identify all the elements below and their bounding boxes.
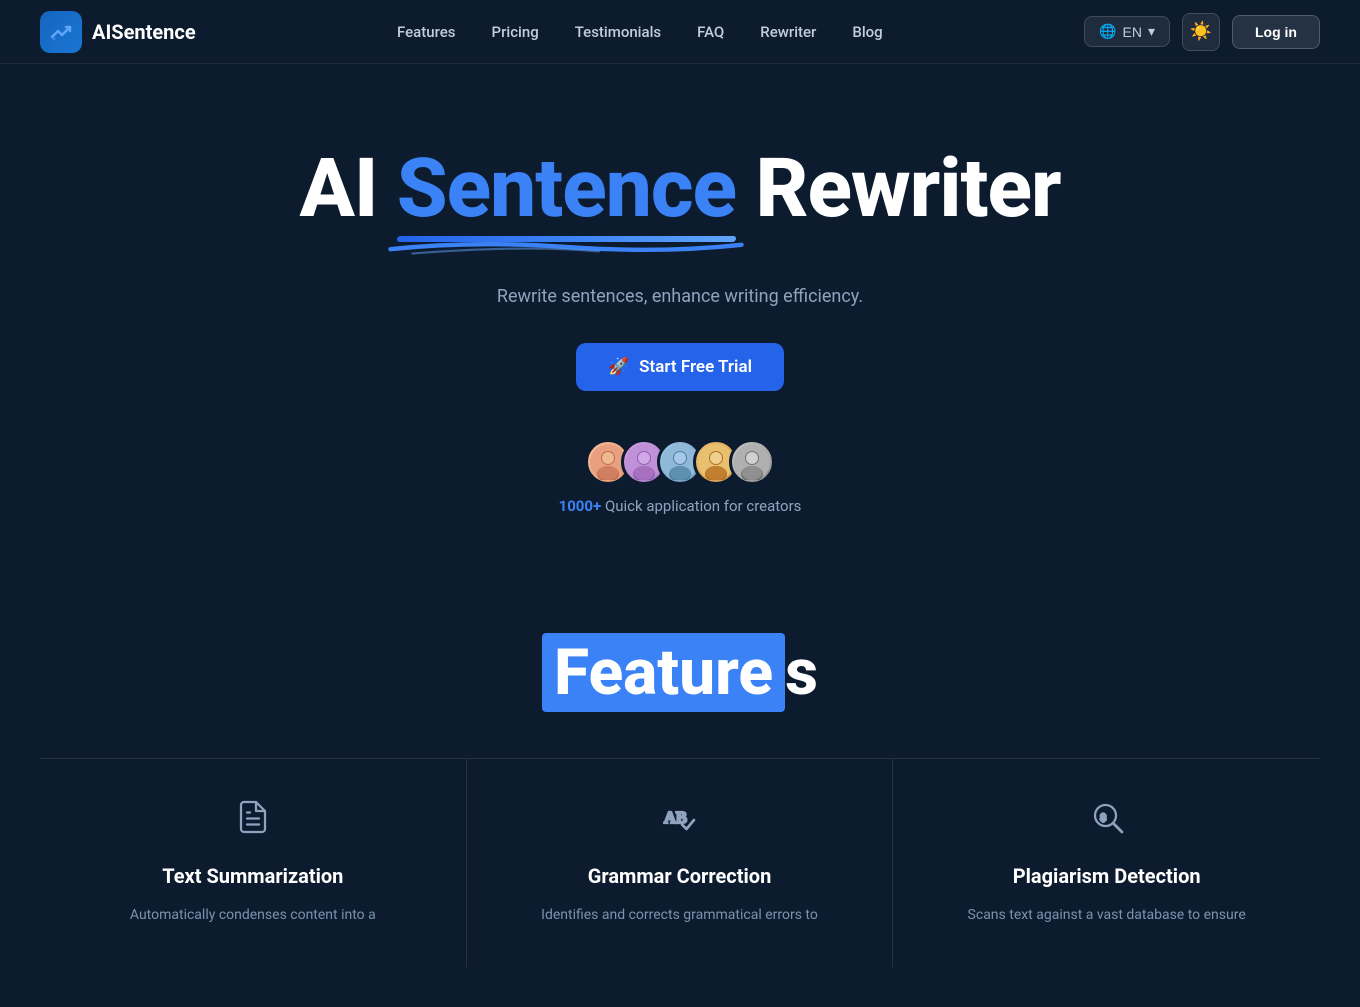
svg-text:$: $ — [1100, 812, 1106, 824]
cta-label: Start Free Trial — [639, 357, 752, 377]
cta-button[interactable]: 🚀 Start Free Trial — [576, 343, 784, 391]
feature-card-summarization: Text Summarization Automatically condens… — [40, 759, 467, 966]
feature-desc-plagiarism: Scans text against a vast database to en… — [968, 904, 1246, 926]
title-suffix: Rewriter — [755, 141, 1060, 237]
feature-desc-summarization: Automatically condenses content into a — [130, 904, 376, 926]
nav-pricing[interactable]: Pricing — [492, 23, 539, 41]
language-selector[interactable]: 🌐 EN ▾ — [1084, 16, 1170, 47]
nav-rewriter[interactable]: Rewriter — [760, 23, 816, 41]
grammar-icon: AB — [661, 799, 697, 844]
feature-card-grammar: AB Grammar Correction Identifies and cor… — [467, 759, 894, 966]
social-proof-text: 1000+ Quick application for creators — [559, 497, 802, 515]
social-proof-label: Quick application for creators — [605, 497, 801, 515]
feature-desc-grammar: Identifies and corrects grammatical erro… — [541, 904, 818, 926]
logo-text: AISentence — [92, 20, 196, 44]
nav-features[interactable]: Features — [397, 23, 455, 41]
nav-links: Features Pricing Testimonials FAQ Rewrit… — [397, 22, 883, 41]
hero-section: AI Sentence Rewriter Rewrite sentences, … — [0, 64, 1360, 575]
theme-toggle[interactable]: ☀️ — [1182, 13, 1220, 51]
login-button[interactable]: Log in — [1232, 15, 1320, 49]
avatar — [729, 439, 775, 485]
chevron-down-icon: ▾ — [1148, 23, 1155, 40]
social-proof: 1000+ Quick application for creators — [559, 439, 802, 515]
hero-title: AI Sentence Rewriter — [299, 144, 1060, 234]
navbar: AISentence Features Pricing Testimonials… — [0, 0, 1360, 64]
features-heading-wrap: Features — [542, 635, 818, 710]
doc-icon — [235, 799, 271, 844]
features-heading-suffix: s — [785, 635, 818, 710]
features-grid: Text Summarization Automatically condens… — [40, 758, 1320, 966]
sun-icon: ☀️ — [1190, 21, 1212, 42]
logo-icon — [40, 11, 82, 53]
user-count: 1000+ — [559, 497, 602, 515]
hero-subtitle: Rewrite sentences, enhance writing effic… — [497, 286, 863, 307]
features-section: Features Text Summarization Automaticall… — [0, 575, 1360, 1006]
nav-testimonials[interactable]: Testimonials — [575, 23, 661, 41]
nav-blog[interactable]: Blog — [852, 23, 882, 41]
plagiarism-icon: $ — [1089, 799, 1125, 844]
feature-card-plagiarism: $ Plagiarism Detection Scans text agains… — [893, 759, 1320, 966]
feature-title-summarization: Text Summarization — [162, 864, 343, 888]
feature-title-grammar: Grammar Correction — [588, 864, 772, 888]
nav-right: 🌐 EN ▾ ☀️ Log in — [1084, 13, 1320, 51]
features-heading: Features — [542, 635, 818, 710]
nav-faq[interactable]: FAQ — [697, 23, 724, 41]
features-highlight: Feature — [542, 633, 785, 712]
feature-title-plagiarism: Plagiarism Detection — [1013, 864, 1201, 888]
title-prefix: AI — [299, 141, 377, 237]
lang-label: EN — [1123, 24, 1142, 40]
globe-icon: 🌐 — [1099, 23, 1116, 40]
avatar-group — [585, 439, 775, 485]
logo-link[interactable]: AISentence — [40, 11, 196, 53]
rocket-icon: 🚀 — [608, 357, 629, 377]
title-blue: Sentence — [397, 144, 736, 234]
